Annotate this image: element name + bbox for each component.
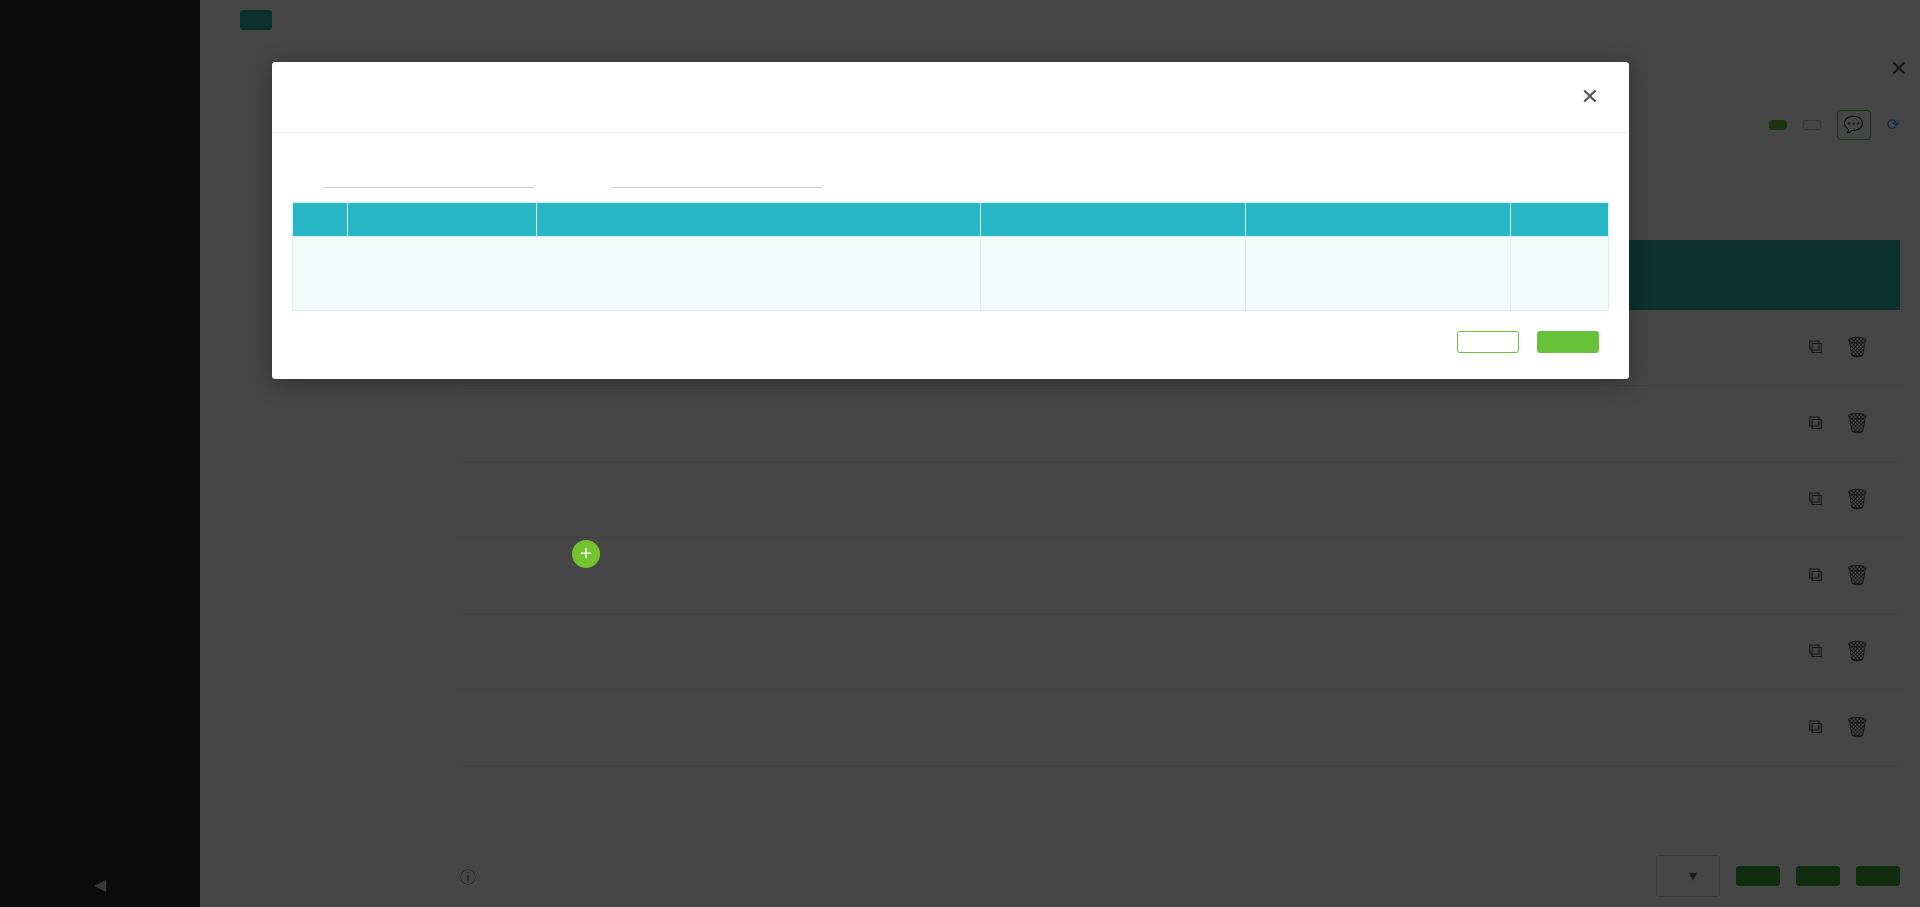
col-seq <box>293 203 348 237</box>
template-code-input[interactable] <box>324 157 534 188</box>
add-row-button[interactable]: + <box>572 540 600 568</box>
modal-close-icon[interactable]: ✕ <box>1577 80 1603 114</box>
template-grid <box>292 202 1609 311</box>
col-account <box>537 203 981 237</box>
col-ops <box>1511 203 1609 237</box>
col-summary <box>347 203 536 237</box>
edit-template-modal: ✕ <box>272 62 1629 379</box>
total-label <box>293 237 981 311</box>
template-name-input[interactable] <box>612 157 822 188</box>
save-button[interactable] <box>1537 331 1599 353</box>
col-debit <box>981 203 1246 237</box>
cancel-button[interactable] <box>1457 331 1519 353</box>
col-credit <box>1246 203 1511 237</box>
